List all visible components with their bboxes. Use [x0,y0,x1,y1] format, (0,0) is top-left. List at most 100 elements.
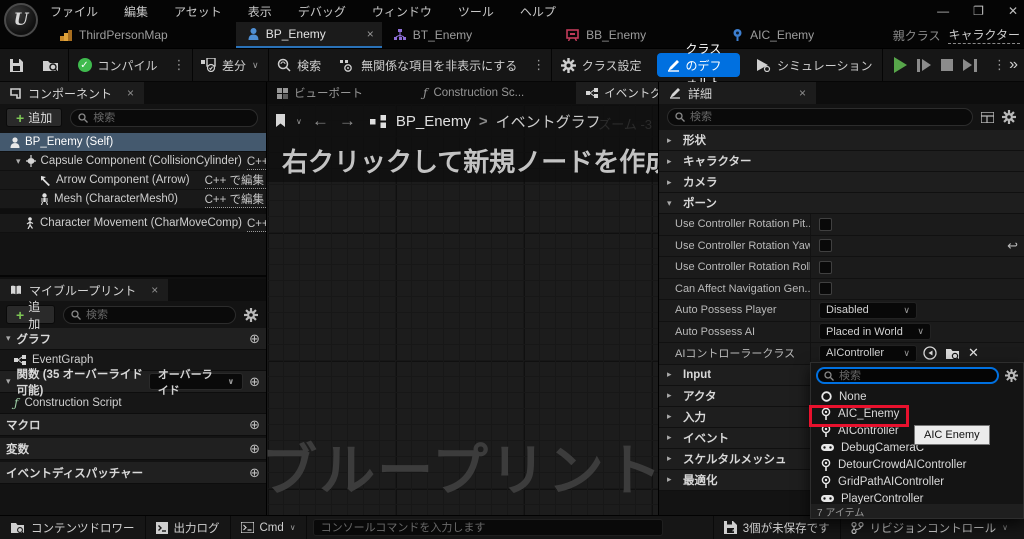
expander-icon[interactable]: ▾ [16,156,21,167]
diff-button[interactable]: 差分 ∨ [192,49,268,81]
gear-icon[interactable] [244,307,258,322]
menu-tools[interactable]: ツール [458,3,494,20]
stop-icon[interactable] [941,59,953,71]
revision-control-button[interactable]: リビジョンコントロール ∨ [839,516,1024,539]
add-macro-icon[interactable]: ⊕ [249,417,260,433]
edit-cpp-link[interactable]: C++ で編集 [204,172,266,189]
tree-row-charmove[interactable]: Character Movement (CharMoveComp) C++ で編… [0,214,266,233]
clear-icon[interactable]: ✕ [968,345,979,361]
components-tab[interactable]: コンポーネント × [0,82,145,104]
close-icon[interactable]: × [151,283,158,297]
maximize-button[interactable]: ❐ [973,4,984,18]
checkbox[interactable] [819,282,832,296]
tab-construction-script[interactable]: ƒ Construction Sc... [413,82,534,104]
minimize-button[interactable]: — [937,4,949,18]
tree-row-mesh[interactable]: Mesh (CharacterMesh0) C++ で編集 [0,190,266,209]
edit-cpp-link[interactable]: C++ で編集 [246,153,266,170]
class-settings-button[interactable]: クラス設定 [552,49,651,81]
back-icon[interactable]: ← [312,111,329,131]
add-dispatcher-icon[interactable]: ⊕ [249,465,260,481]
close-icon[interactable]: × [127,86,134,100]
close-button[interactable]: ✕ [1008,4,1018,18]
browse-asset-button[interactable] [33,49,68,81]
details-search[interactable] [667,108,973,126]
find-button[interactable]: 検索 [268,49,330,81]
menu-window[interactable]: ウィンドウ [372,3,432,20]
dropdown-search[interactable] [816,367,999,384]
play-icon[interactable] [894,57,907,73]
menu-file[interactable]: ファイル [50,3,98,20]
browse-to-asset-icon[interactable] [945,347,960,360]
tab-bp-enemy[interactable]: BP_Enemy × [235,22,382,48]
compile-options-icon[interactable]: ⋮ [167,57,192,73]
add-variable-icon[interactable]: ⊕ [249,441,260,457]
content-drawer-button[interactable]: コンテンツドロワー [0,516,146,539]
tab-thirdpersonmap[interactable]: ThirdPersonMap [48,22,180,48]
gear-icon[interactable] [1005,369,1018,382]
tab-event-graph[interactable]: イベントグラフ × [576,82,658,104]
tab-viewport[interactable]: ビューポート [267,82,373,104]
eject-icon[interactable] [963,58,977,72]
add-component-button[interactable]: + 追加 [6,108,63,127]
details-tab[interactable]: 詳細 × [659,82,817,104]
use-selected-asset-icon[interactable] [923,346,937,360]
simulation-button[interactable]: シミュレーション [746,49,882,81]
close-icon[interactable]: × [799,86,806,100]
event-graph-canvas[interactable]: ズーム -3 ∨ ← → BP_Enemy > イベントグラフ 右クリックして新… [267,104,658,515]
add-graph-icon[interactable]: ⊕ [249,331,260,347]
functions-section-header[interactable]: ▾ 関数 (35 オーバーライド可能) オーバーライド ∨ ⊕ [0,369,266,397]
section-shape[interactable]: ▸ 形状 [659,130,1024,151]
tab-bt-enemy[interactable]: BT_Enemy [382,22,484,48]
macro-section-header[interactable]: マクロ ⊕ [0,414,266,436]
dropdown-search-input[interactable] [839,369,991,382]
console-command-input[interactable] [320,521,655,534]
variables-section-header[interactable]: 変数 ⊕ [0,438,266,460]
save-button[interactable] [0,49,33,81]
override-button[interactable]: オーバーライド ∨ [148,369,244,397]
dropdown-item-gridpath[interactable]: GridPathAIController [811,473,1023,490]
menu-edit[interactable]: 編集 [124,3,148,20]
menu-view[interactable]: 表示 [248,3,272,20]
chevron-down-icon[interactable]: ∨ [296,117,302,126]
tree-row-arrow[interactable]: Arrow Component (Arrow) C++ で編集 [0,171,266,190]
close-tab-icon[interactable]: × [367,27,374,41]
checkbox[interactable] [819,239,832,253]
auto-possess-ai-select[interactable]: Placed in World ∨ [819,323,931,341]
section-pawn[interactable]: ▾ ポーン [659,193,1024,214]
my-blueprint-search-input[interactable] [86,308,228,321]
checkbox[interactable] [819,260,832,274]
dropdown-item-aic-enemy[interactable]: AIC_Enemy [811,405,1023,422]
ai-controller-class-select[interactable]: AIController ∨ [819,344,917,362]
add-blueprint-item-button[interactable]: + 追加 [6,300,55,331]
breadcrumb-current[interactable]: イベントグラフ [496,111,601,132]
edit-cpp-link[interactable]: C++ で編集 [246,215,266,232]
parent-class-link[interactable]: キャラクター [948,26,1020,44]
reset-to-default-icon[interactable]: ↩ [1007,238,1018,254]
gear-icon[interactable] [1002,110,1016,124]
tab-bb-enemy[interactable]: BB_Enemy [554,22,658,48]
toolbar-overflow-icon[interactable]: » [1009,56,1018,74]
hide-options-icon[interactable]: ⋮ [526,57,551,73]
display-filter-icon[interactable] [981,111,994,123]
menu-asset[interactable]: アセット [174,3,222,20]
components-search[interactable] [70,108,258,127]
dropdown-item-detourcrowd[interactable]: DetourCrowdAIController [811,456,1023,473]
auto-possess-player-select[interactable]: Disabled ∨ [819,301,917,319]
my-blueprint-search[interactable] [63,305,236,324]
bookmark-icon[interactable] [275,114,286,128]
hide-unrelated-button[interactable]: 無関係な項目を非表示にする [330,49,526,81]
tree-row-self[interactable]: BP_Enemy (Self) [0,133,266,152]
menu-help[interactable]: ヘルプ [520,3,556,20]
frame-skip-icon[interactable] [917,58,931,72]
unsaved-assets-button[interactable]: * 3個が未保存です [712,516,840,539]
add-function-icon[interactable]: ⊕ [249,374,260,390]
output-log-button[interactable]: 出力ログ [146,516,231,539]
tab-aic-enemy[interactable]: AIC_Enemy [720,22,826,48]
components-search-input[interactable] [93,111,250,124]
breadcrumb-root[interactable]: BP_Enemy [396,113,471,130]
tree-row-capsule[interactable]: ▾ Capsule Component (CollisionCylinder) … [0,152,266,171]
edit-cpp-link[interactable]: C++ で編集 [204,191,266,208]
section-character[interactable]: ▸ キャラクター [659,151,1024,172]
cmd-selector[interactable]: Cmd ∨ [231,516,307,539]
forward-icon[interactable]: → [339,111,356,131]
